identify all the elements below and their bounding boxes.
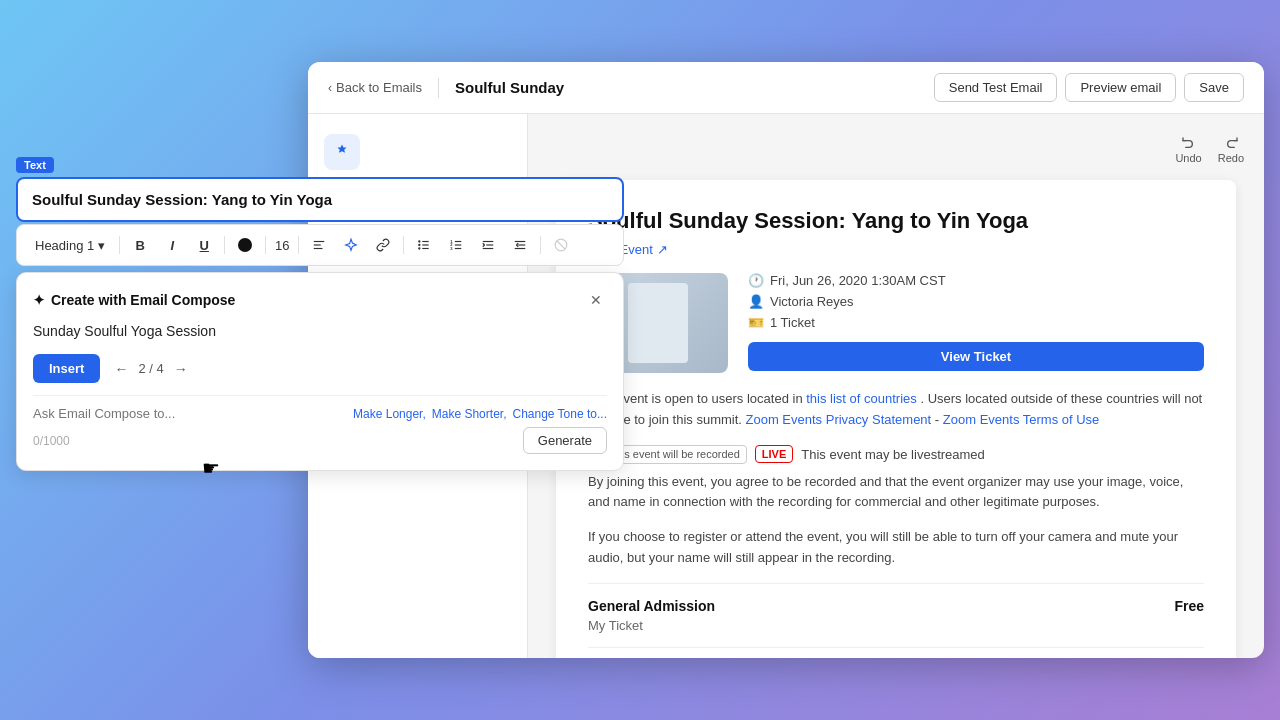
toolbar-separator-3 [265, 236, 266, 254]
svg-point-7 [419, 244, 420, 245]
admission-title: General Admission [588, 598, 715, 614]
admission-price: Free [1174, 598, 1204, 614]
prev-page-button[interactable]: ← [110, 359, 132, 379]
undo-button[interactable]: Undo [1175, 134, 1201, 164]
toolbar-separator-5 [403, 236, 404, 254]
color-picker[interactable] [231, 231, 259, 259]
redo-button[interactable]: Redo [1218, 134, 1244, 164]
svg-point-6 [419, 241, 420, 242]
make-longer-button[interactable]: Make Longer, [353, 407, 426, 421]
toolbar-separator-6 [540, 236, 541, 254]
divider-1 [588, 583, 1204, 584]
live-badge: LIVE [755, 445, 793, 463]
make-shorter-button[interactable]: Make Shorter, [432, 407, 507, 421]
svg-point-8 [419, 248, 420, 249]
admission-row: General Admission Free [588, 598, 1204, 614]
page-title: Soulful Sunday [455, 79, 934, 96]
ticket-count: 1 Ticket [770, 315, 815, 330]
back-link-label: Back to Emails [336, 80, 422, 95]
event-meta: 🕐 Fri, Jun 26, 2020 1:30AM CST 👤 Victori… [748, 273, 1204, 373]
heading-selector[interactable]: Heading 1 ▾ [27, 234, 113, 257]
preview-email-button[interactable]: Preview email [1065, 73, 1176, 102]
page-indicator: 2 / 4 [138, 361, 163, 376]
italic-button[interactable]: I [158, 231, 186, 259]
nav-actions: Send Test Email Preview email Save [934, 73, 1244, 102]
bullet-list-button[interactable] [410, 231, 438, 259]
toolbar-separator-1 [119, 236, 120, 254]
ai-quick-actions: Make Longer, Make Shorter, Change Tone t… [353, 407, 607, 421]
send-test-email-button[interactable]: Send Test Email [934, 73, 1058, 102]
recording-consent-text: By joining this event, you agree to be r… [588, 472, 1204, 514]
event-date: Fri, Jun 26, 2020 1:30AM CST [770, 273, 946, 288]
ai-actions-row: Insert ← 2 / 4 → [33, 354, 607, 383]
ai-footer: 0/1000 Generate [33, 427, 607, 454]
email-preview: Soulful Sunday Session: Yang to Yin Yoga… [556, 180, 1236, 658]
nav-divider [438, 78, 439, 98]
cursor-hand: ☛ [202, 456, 220, 480]
pagination-controls: ← 2 / 4 → [110, 359, 191, 379]
host-name-meta: Victoria Reyes [770, 294, 854, 309]
ai-compose-panel: ✦ Create with Email Compose ✕ Sunday Sou… [16, 272, 624, 471]
clear-format-button[interactable] [547, 231, 575, 259]
svg-line-22 [557, 241, 565, 249]
outdent-button[interactable] [506, 231, 534, 259]
spark-icon: ✦ [33, 292, 45, 308]
heading-label: Heading 1 [35, 238, 94, 253]
body-text-countries: This event is open to users located in t… [588, 389, 1204, 431]
host-row: 👤 Victoria Reyes [748, 294, 1204, 309]
privacy-link[interactable]: Zoom Events Privacy Statement [746, 412, 932, 427]
external-link-icon: ↗ [657, 242, 668, 257]
admission-subtitle: My Ticket [588, 618, 1204, 633]
undo-redo-bar: Undo Redo [1175, 134, 1244, 164]
heading-chevron-icon: ▾ [98, 238, 105, 253]
indent-button[interactable] [474, 231, 502, 259]
svg-text:3: 3 [450, 246, 453, 251]
ordered-list-button[interactable]: 1 2 3 [442, 231, 470, 259]
ticket-row: 🎫 1 Ticket [748, 315, 1204, 330]
insert-button[interactable]: Insert [33, 354, 100, 383]
ai-compose-close-button[interactable]: ✕ [585, 289, 607, 311]
view-event-link[interactable]: View Event ↗ [588, 242, 1204, 257]
event-details-row: 🕐 Fri, Jun 26, 2020 1:30AM CST 👤 Victori… [588, 273, 1204, 373]
next-page-button[interactable]: → [170, 359, 192, 379]
color-dot [238, 238, 252, 252]
back-to-emails-link[interactable]: ‹ Back to Emails [328, 80, 422, 95]
magic-wand-button[interactable] [337, 231, 365, 259]
divider-2 [588, 647, 1204, 648]
terms-link[interactable]: Zoom Events Terms of Use [943, 412, 1100, 427]
toolbar-separator-4 [298, 236, 299, 254]
ai-prompt-input[interactable] [33, 406, 353, 421]
text-badge: Text [16, 157, 54, 173]
ai-prompt-row: Make Longer, Make Shorter, Change Tone t… [33, 395, 607, 421]
camera-text: If you choose to register or attend the … [588, 527, 1204, 569]
bold-button[interactable]: B [126, 231, 154, 259]
editor-overlay: Text Soulful Sunday Session: Yang to Yin… [0, 155, 640, 471]
ticket-icon: 🎫 [748, 315, 764, 330]
formatting-toolbar: Heading 1 ▾ B I U 16 [16, 224, 624, 266]
chevron-left-icon: ‹ [328, 81, 332, 95]
email-event-title: Soulful Sunday Session: Yang to Yin Yoga [588, 208, 1204, 234]
toolbar-separator-2 [224, 236, 225, 254]
generate-button[interactable]: Generate [523, 427, 607, 454]
countries-link[interactable]: this list of countries [806, 391, 917, 406]
align-left-button[interactable] [305, 231, 333, 259]
link-button[interactable] [369, 231, 397, 259]
ai-suggestion-text: Sunday Soulful Yoga Session [33, 321, 607, 342]
ai-compose-header: ✦ Create with Email Compose ✕ [33, 289, 607, 311]
view-ticket-button[interactable]: View Ticket [748, 342, 1204, 371]
ai-compose-title: ✦ Create with Email Compose [33, 292, 235, 308]
recording-info-row: ☐ This event will be recorded LIVE This … [588, 445, 1204, 464]
event-date-row: 🕐 Fri, Jun 26, 2020 1:30AM CST [748, 273, 1204, 288]
text-editor-field[interactable]: Soulful Sunday Session: Yang to Yin Yoga [16, 177, 624, 222]
clock-icon: 🕐 [748, 273, 764, 288]
person-icon: 👤 [748, 294, 764, 309]
top-nav: ‹ Back to Emails Soulful Sunday Send Tes… [308, 62, 1264, 114]
underline-button[interactable]: U [190, 231, 218, 259]
save-button[interactable]: Save [1184, 73, 1244, 102]
char-count: 0/1000 [33, 434, 70, 448]
livestreamed-text: This event may be livestreamed [801, 447, 985, 462]
font-size-display: 16 [272, 238, 292, 253]
change-tone-button[interactable]: Change Tone to... [512, 407, 607, 421]
